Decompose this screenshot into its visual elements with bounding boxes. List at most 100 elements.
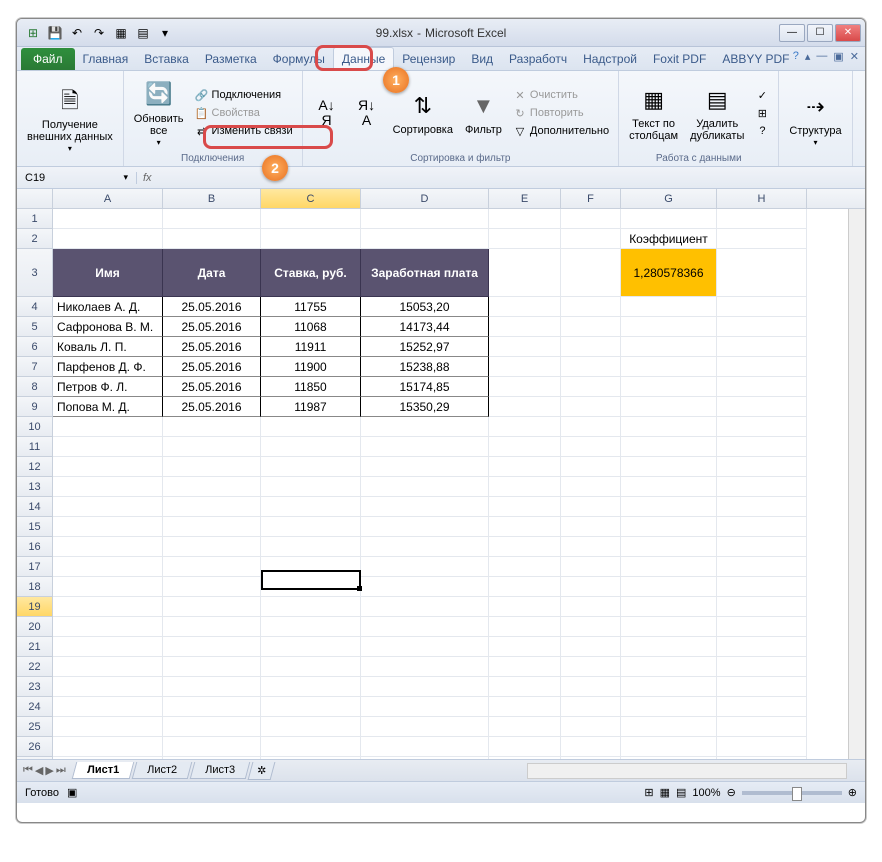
col-header-e[interactable]: E	[489, 189, 561, 208]
cell[interactable]	[261, 657, 361, 677]
cell[interactable]	[621, 477, 717, 497]
cell[interactable]	[489, 337, 561, 357]
cell[interactable]	[53, 229, 163, 249]
cell[interactable]	[261, 557, 361, 577]
remove-duplicates-button[interactable]: ▤ Удалить дубликаты	[686, 82, 748, 144]
cell[interactable]	[261, 597, 361, 617]
cell[interactable]	[489, 477, 561, 497]
cell[interactable]	[621, 637, 717, 657]
cell[interactable]: Сафронова В. М.	[53, 317, 163, 337]
cell[interactable]	[489, 717, 561, 737]
cell[interactable]	[717, 249, 807, 297]
cell[interactable]	[53, 617, 163, 637]
cell[interactable]: 25.05.2016	[163, 297, 261, 317]
cell[interactable]: 11068	[261, 317, 361, 337]
cell[interactable]	[717, 657, 807, 677]
col-header-a[interactable]: A	[53, 189, 163, 208]
connections-button[interactable]: 🔗Подключения	[192, 87, 296, 103]
spreadsheet-grid[interactable]: A B C D E F G H 12Коэффициент3ИмяДатаСта…	[17, 189, 865, 759]
cell[interactable]: 25.05.2016	[163, 357, 261, 377]
cell[interactable]	[489, 297, 561, 317]
zoom-out-button[interactable]: ⊖	[727, 786, 736, 799]
cell[interactable]	[561, 717, 621, 737]
fx-icon[interactable]: fx	[143, 172, 152, 184]
cell[interactable]	[361, 617, 489, 637]
cell[interactable]	[621, 597, 717, 617]
cell[interactable]	[717, 677, 807, 697]
cell[interactable]	[53, 577, 163, 597]
sort-button[interactable]: ⇅ Сортировка	[389, 88, 457, 138]
cell[interactable]	[561, 437, 621, 457]
first-icon[interactable]: ⏮	[23, 764, 33, 777]
cell[interactable]: 11987	[261, 397, 361, 417]
cell[interactable]	[361, 457, 489, 477]
tab-developer[interactable]: Разработч	[501, 48, 575, 70]
cell[interactable]	[361, 657, 489, 677]
cell[interactable]	[561, 497, 621, 517]
cell[interactable]	[621, 417, 717, 437]
cell[interactable]	[717, 397, 807, 417]
cell[interactable]	[163, 577, 261, 597]
get-external-data-button[interactable]: 🗎 Получение внешних данных ▾	[23, 83, 117, 156]
cell[interactable]	[489, 737, 561, 757]
cell[interactable]	[163, 517, 261, 537]
cell[interactable]	[361, 697, 489, 717]
cell[interactable]	[561, 517, 621, 537]
cell[interactable]	[361, 537, 489, 557]
row-header[interactable]: 8	[17, 377, 53, 397]
cell[interactable]	[489, 377, 561, 397]
cell[interactable]	[53, 437, 163, 457]
cell[interactable]	[489, 637, 561, 657]
vertical-scrollbar[interactable]	[848, 209, 865, 759]
tab-formulas[interactable]: Формулы	[265, 48, 333, 70]
cell[interactable]	[489, 457, 561, 477]
cell[interactable]	[489, 397, 561, 417]
cell[interactable]	[261, 717, 361, 737]
cell[interactable]: 11850	[261, 377, 361, 397]
view-layout-icon[interactable]: ▦	[660, 786, 670, 799]
cell[interactable]	[561, 357, 621, 377]
cell[interactable]	[163, 697, 261, 717]
cell[interactable]	[163, 617, 261, 637]
cell[interactable]	[561, 677, 621, 697]
row-header[interactable]: 17	[17, 557, 53, 577]
cell[interactable]	[53, 537, 163, 557]
cell[interactable]	[621, 617, 717, 637]
cell[interactable]	[717, 437, 807, 457]
cell[interactable]: 25.05.2016	[163, 317, 261, 337]
cell[interactable]	[489, 357, 561, 377]
cell[interactable]	[361, 717, 489, 737]
col-header-b[interactable]: B	[163, 189, 261, 208]
cell[interactable]	[561, 317, 621, 337]
cell[interactable]	[261, 229, 361, 249]
cell[interactable]	[621, 717, 717, 737]
cell[interactable]	[261, 417, 361, 437]
save-icon[interactable]: 💾	[47, 25, 63, 41]
row-header[interactable]: 26	[17, 737, 53, 757]
cell[interactable]	[717, 209, 807, 229]
maximize-button[interactable]: ☐	[807, 24, 833, 42]
cell[interactable]	[561, 397, 621, 417]
row-header[interactable]: 5	[17, 317, 53, 337]
outline-button[interactable]: ⇢ Структура ▾	[785, 89, 845, 150]
cell[interactable]	[53, 717, 163, 737]
text-to-columns-button[interactable]: ▦ Текст по столбцам	[625, 82, 682, 144]
cell[interactable]: 14173,44	[361, 317, 489, 337]
cell[interactable]	[489, 497, 561, 517]
data-tool-3[interactable]: ?	[752, 123, 772, 139]
cell[interactable]	[489, 517, 561, 537]
mdi-restore-icon[interactable]: ▣	[833, 50, 843, 63]
new-sheet-button[interactable]: ✲	[248, 762, 276, 780]
cell[interactable]	[561, 577, 621, 597]
tab-view[interactable]: Вид	[463, 48, 501, 70]
row-header[interactable]: 12	[17, 457, 53, 477]
cell[interactable]	[621, 737, 717, 757]
cell[interactable]	[621, 209, 717, 229]
cell[interactable]	[261, 477, 361, 497]
cell[interactable]	[53, 417, 163, 437]
tab-home[interactable]: Главная	[75, 48, 137, 70]
cell[interactable]	[621, 377, 717, 397]
cell[interactable]	[163, 597, 261, 617]
tab-abbyy[interactable]: ABBYY PDF	[714, 48, 797, 70]
refresh-all-button[interactable]: 🔄 Обновить все ▾	[130, 77, 188, 150]
